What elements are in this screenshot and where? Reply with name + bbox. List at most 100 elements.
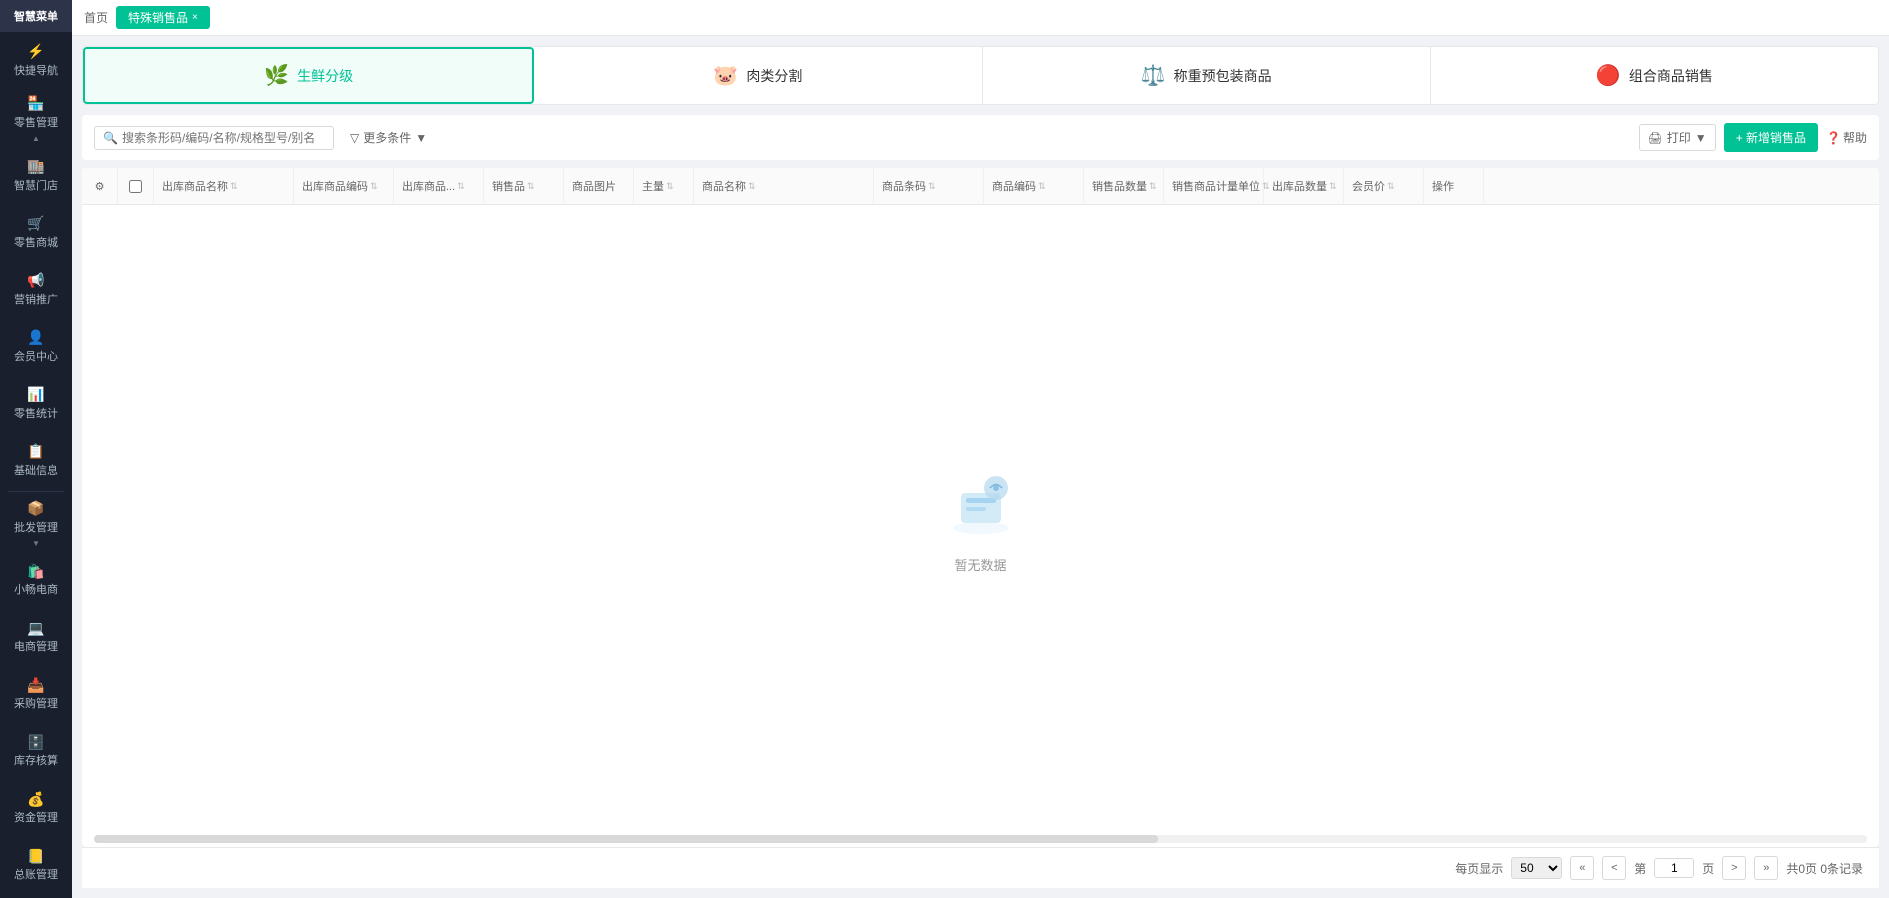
th-outsku: 出库商品... ⇅ [394,168,484,204]
sidebar-item-retail-mgmt[interactable]: 🏪 零售管理 [0,89,72,147]
sidebar-item-purchase-mgmt[interactable]: 📥 采购管理 [0,666,72,723]
sidebar-item-ecom-mgmt[interactable]: 💻 电商管理 [0,609,72,666]
horizontal-scrollbar[interactable] [94,835,1867,843]
th-price: 会员价 ⇅ [1344,168,1424,204]
prev-page-button[interactable]: < [1602,856,1626,880]
member-center-icon: 👤 [27,328,44,348]
cat-tab-combo-sales-label: 组合商品销售 [1629,66,1713,86]
topbar-tab-close[interactable]: × [192,12,198,23]
ecom-mgmt-icon: 💻 [27,619,44,639]
sidebar-item-marketing[interactable]: 📢 营销推广 [0,261,72,318]
last-page-button[interactable]: » [1754,856,1778,880]
fresh-grade-icon: 🌿 [264,63,289,88]
sidebar-item-retail-stats[interactable]: 📊 零售统计 [0,375,72,432]
sidebar-item-basic-info[interactable]: 📋 基础信息 [0,432,72,489]
th-saleunit: 销售商品计量单位 ⇅ [1164,168,1264,204]
table-container: ⚙ 出库商品名称 ⇅ 出库商品编码 ⇅ 出库商品... ⇅ 销售品 [82,168,1879,847]
per-page-select[interactable]: 50 10 20 100 [1511,857,1562,879]
marketing-icon: 📢 [27,271,44,291]
help-icon: ❓ [1826,131,1841,145]
sidebar-item-smart-store[interactable]: 🏬 智慧门店 [0,147,72,204]
sort-outname[interactable]: ⇅ [230,181,238,192]
page-label: 第 [1634,860,1646,877]
sidebar-item-invoice-mgmt[interactable]: 🧾 发票管理 [0,894,72,898]
search-icon: 🔍 [103,131,118,145]
wholesale-mgmt-icon: 📦 [27,500,44,517]
total-text: 共0页 0条记录 [1786,860,1863,877]
sort-outcode[interactable]: ⇅ [370,181,378,192]
sidebar-item-wholesale-mgmt[interactable]: 📦 批发管理 [0,494,72,552]
print-icon: 🖨 [1648,131,1663,145]
sort-barcode[interactable]: ⇅ [928,181,936,192]
help-label: 帮助 [1843,129,1867,146]
sidebar-item-member-center[interactable]: 👤 会员中心 [0,318,72,375]
cat-tab-fresh-grade[interactable]: 🌿 生鲜分级 [83,47,534,104]
sort-main[interactable]: ⇅ [666,181,674,192]
pagination: 每页显示 50 10 20 100 « < 第 页 > » 共0页 0条记录 [82,847,1879,888]
sidebar: 智慧菜单 ⚡ 快捷导航 🏪 零售管理 🏬 智慧门店 🛒 零售商城 📢 营销推广 … [0,0,72,898]
next-page-button[interactable]: > [1722,856,1746,880]
sidebar-item-inventory[interactable]: 🗄️ 库存核算 [0,723,72,780]
print-dropdown-icon: ▼ [1695,131,1707,145]
search-input[interactable] [122,131,322,145]
purchase-mgmt-icon: 📥 [27,676,44,696]
quick-nav-icon: ⚡ [27,42,44,62]
empty-state: 暂无数据 [82,205,1879,831]
sort-saleqty[interactable]: ⇅ [1149,181,1157,192]
table-header: ⚙ 出库商品名称 ⇅ 出库商品编码 ⇅ 出库商品... ⇅ 销售品 [82,168,1879,205]
print-label: 打印 [1667,129,1691,146]
th-check[interactable] [118,168,154,204]
cat-tab-fresh-grade-label: 生鲜分级 [297,66,353,86]
th-outqty: 出库品数量 ⇅ [1264,168,1344,204]
sidebar-item-mini-ecom[interactable]: 🛍️ 小畅电商 [0,552,72,609]
meat-cut-icon: 🐷 [713,63,738,88]
general-ledger-icon: 📒 [27,847,44,867]
empty-state-illustration [941,463,1021,543]
cat-tab-meat-cut-label: 肉类分割 [746,66,802,86]
basic-info-icon: 📋 [27,442,44,462]
per-page-label: 每页显示 [1455,860,1503,877]
help-button[interactable]: ❓ 帮助 [1826,129,1867,146]
sidebar-item-quick-nav[interactable]: ⚡ 快捷导航 [0,32,72,89]
cat-tab-weigh-pack[interactable]: ⚖️ 称重预包装商品 [983,47,1431,104]
sidebar-logo: 智慧菜单 [0,0,72,32]
search-box[interactable]: 🔍 [94,126,334,150]
page-number-input[interactable] [1654,858,1694,878]
finance-icon: 💰 [27,790,44,810]
mini-ecom-icon: 🛍️ [27,562,44,582]
sort-outsku[interactable]: ⇅ [457,181,465,192]
sidebar-item-general-ledger[interactable]: 📒 总账管理 [0,837,72,894]
select-all-checkbox[interactable] [129,180,142,193]
cat-tab-combo-sales[interactable]: 🔴 组合商品销售 [1431,47,1878,104]
th-goodscode: 商品编码 ⇅ [984,168,1084,204]
sort-sale[interactable]: ⇅ [527,181,535,192]
first-page-button[interactable]: « [1570,856,1594,880]
th-outname: 出库商品名称 ⇅ [154,168,294,204]
topbar-active-tab[interactable]: 特殊销售品 × [116,6,210,29]
print-button[interactable]: 🖨 打印 ▼ [1639,124,1716,151]
sort-name[interactable]: ⇅ [748,181,756,192]
filter-dropdown-icon: ▼ [415,131,427,145]
cat-tab-meat-cut[interactable]: 🐷 肉类分割 [534,47,982,104]
sort-price[interactable]: ⇅ [1387,181,1395,192]
toolbar: 🔍 ▽ 更多条件 ▼ 🖨 打印 ▼ + 新增销售品 ❓ 帮助 [82,115,1879,160]
th-op: 操作 [1424,168,1484,204]
sidebar-item-retail-mall[interactable]: 🛒 零售商城 [0,204,72,261]
add-sales-item-button[interactable]: + 新增销售品 [1724,123,1818,152]
retail-mgmt-icon: 🏪 [27,95,44,112]
th-barcode: 商品条码 ⇅ [874,168,984,204]
sort-outqty[interactable]: ⇅ [1329,181,1337,192]
sort-goodscode[interactable]: ⇅ [1038,181,1046,192]
th-outcode: 出库商品编码 ⇅ [294,168,394,204]
retail-mall-icon: 🛒 [27,214,44,234]
cat-tab-weigh-pack-label: 称重预包装商品 [1174,66,1272,86]
topbar-tab-label: 特殊销售品 [128,9,188,26]
topbar-home[interactable]: 首页 [84,9,108,26]
page-label-2: 页 [1702,860,1714,877]
inventory-icon: 🗄️ [27,733,44,753]
sidebar-item-finance[interactable]: 💰 资金管理 [0,780,72,837]
th-setting[interactable]: ⚙ [82,168,118,204]
filter-button[interactable]: ▽ 更多条件 ▼ [342,125,435,150]
filter-label: 更多条件 [363,129,411,146]
th-main: 主量 ⇅ [634,168,694,204]
